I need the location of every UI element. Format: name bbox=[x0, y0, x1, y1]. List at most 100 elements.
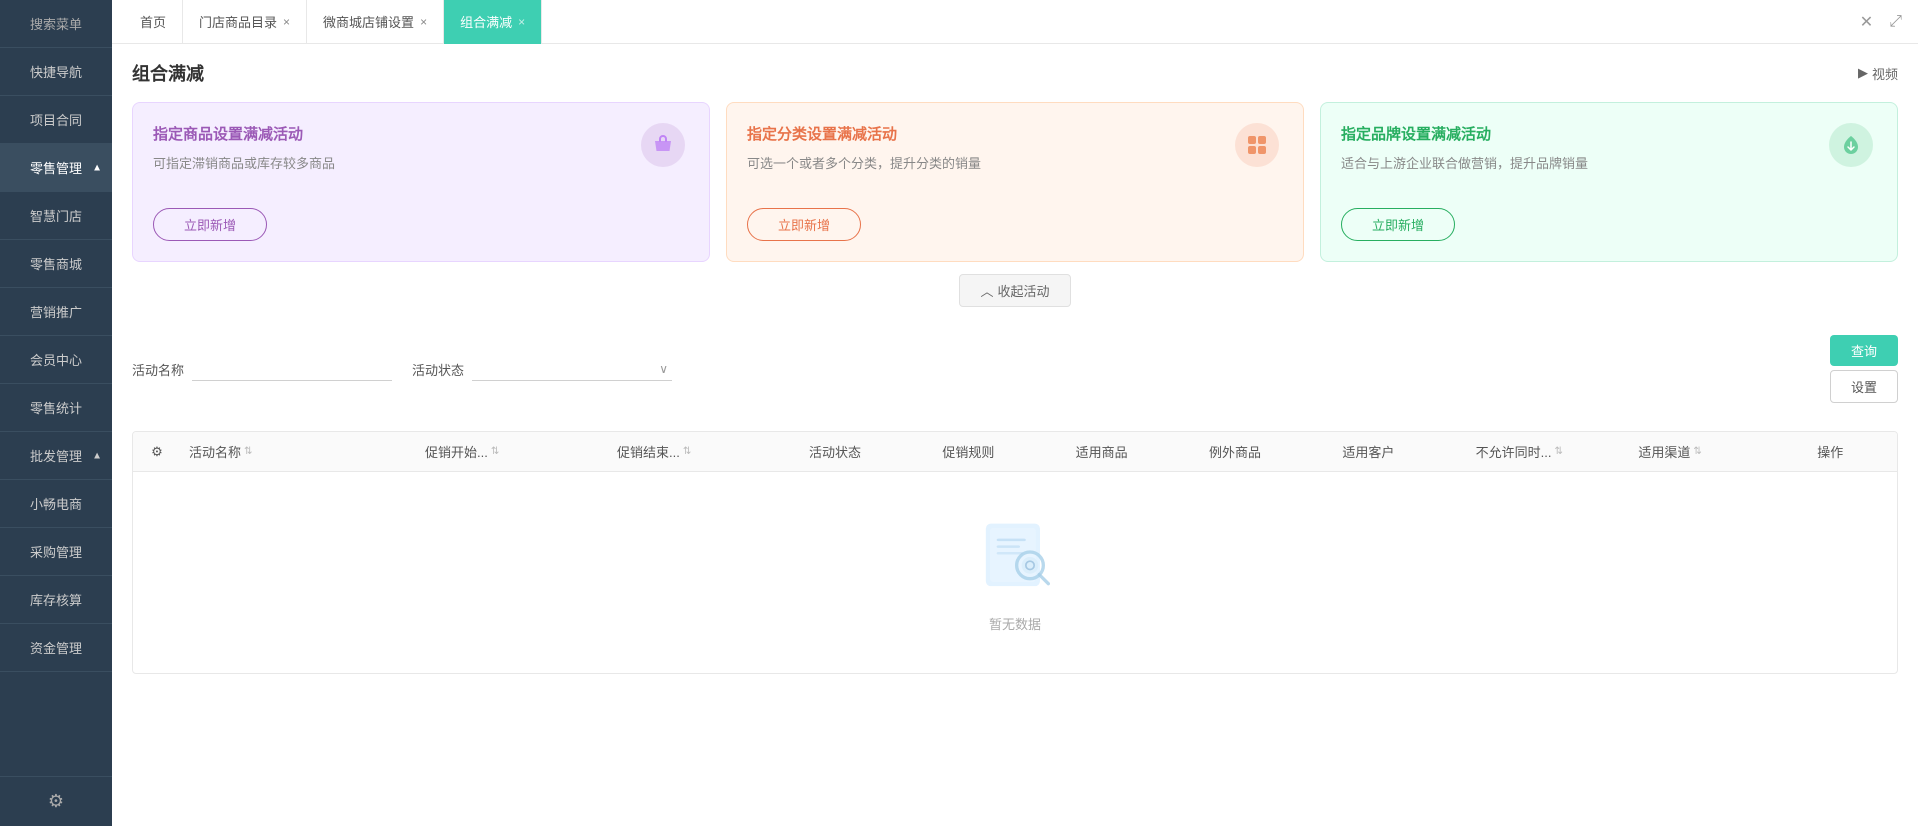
collapse-icon: ︿ bbox=[980, 281, 993, 300]
card-icon bbox=[1235, 123, 1279, 167]
sort-icon: ⇅ bbox=[1554, 446, 1562, 457]
card-desc: 可指定滞销商品或库存较多商品 bbox=[153, 154, 689, 196]
filter-name-label: 活动名称 bbox=[132, 360, 184, 379]
filter-buttons: 查询 设置 bbox=[1830, 335, 1898, 403]
th-start[interactable]: 促销开始...⇅ bbox=[417, 432, 609, 471]
tab-label: 组合满减 bbox=[460, 12, 512, 31]
th-customer: 适用客户 bbox=[1334, 432, 1467, 471]
query-button[interactable]: 查询 bbox=[1830, 335, 1898, 366]
th-status: 活动状态 bbox=[801, 432, 934, 471]
main-area: 首页 门店商品目录 × 微商城店铺设置 × 组合满减 × ✕ ⤢ 组合满减 ▶ 视频 指定商… bbox=[112, 0, 1918, 826]
sidebar-settings-icon[interactable]: ⚙ bbox=[0, 776, 112, 826]
sidebar-item-quick-nav[interactable]: 快捷导航 bbox=[0, 48, 112, 96]
tab-close-icon[interactable]: × bbox=[283, 15, 290, 29]
card-icon bbox=[1829, 123, 1873, 167]
close-button[interactable]: ✕ bbox=[1856, 10, 1877, 34]
th-label: 适用客户 bbox=[1342, 442, 1394, 461]
th-goods: 适用商品 bbox=[1068, 432, 1201, 471]
filter-status-input[interactable] bbox=[472, 357, 672, 381]
th-channel[interactable]: 适用渠道⇅ bbox=[1630, 432, 1763, 471]
sidebar-item-smart-store[interactable]: 智慧门店 bbox=[0, 192, 112, 240]
th-label: 活动状态 bbox=[809, 442, 861, 461]
tab-store-catalog[interactable]: 门店商品目录 × bbox=[183, 0, 307, 44]
tab-combo-discount[interactable]: 组合满减 × bbox=[444, 0, 542, 44]
th-rule: 促销规则 bbox=[934, 432, 1067, 471]
sidebar-item-retail-mall[interactable]: 零售商城 bbox=[0, 240, 112, 288]
th-label: 促销开始... bbox=[425, 442, 488, 461]
collapse-button[interactable]: ︿ 收起活动 bbox=[959, 274, 1070, 307]
card-title: 指定品牌设置满减活动 bbox=[1341, 123, 1877, 144]
th-label: 例外商品 bbox=[1209, 442, 1261, 461]
empty-illustration bbox=[965, 512, 1065, 602]
card-product: 指定商品设置满减活动可指定滞销商品或库存较多商品 立即新增 bbox=[132, 102, 710, 262]
sort-icon: ⇅ bbox=[1693, 446, 1701, 457]
card-add-button-card-brand[interactable]: 立即新增 bbox=[1341, 208, 1455, 241]
card-category: 指定分类设置满减活动可选一个或者多个分类，提升分类的销量 立即新增 bbox=[726, 102, 1304, 262]
card-add-button-card-category[interactable]: 立即新增 bbox=[747, 208, 861, 241]
sidebar-item-wholesale-management[interactable]: 批发管理▲ bbox=[0, 432, 112, 480]
tabbar: 首页 门店商品目录 × 微商城店铺设置 × 组合满减 × ✕ ⤢ bbox=[112, 0, 1918, 44]
tab-close-icon[interactable]: × bbox=[518, 15, 525, 29]
th-label: 适用渠道 bbox=[1638, 442, 1690, 461]
sidebar-item-member-center[interactable]: 会员中心 bbox=[0, 336, 112, 384]
chevron-icon: ▲ bbox=[92, 162, 102, 173]
sidebar: 搜索菜单 快捷导航项目合同零售管理▲智慧门店零售商城营销推广会员中心零售统计批发… bbox=[0, 0, 112, 826]
settings-button[interactable]: 设置 bbox=[1830, 370, 1898, 403]
maximize-button[interactable]: ⤢ bbox=[1885, 11, 1906, 33]
sidebar-item-finance[interactable]: 资金管理 bbox=[0, 624, 112, 672]
th-notallow[interactable]: 不允许同时...⇅ bbox=[1468, 432, 1631, 471]
filter-status-label: 活动状态 bbox=[412, 360, 464, 379]
collapse-label: 收起活动 bbox=[998, 281, 1050, 300]
sort-icon: ⇅ bbox=[244, 446, 252, 457]
content-area: 组合满减 ▶ 视频 指定商品设置满减活动可指定滞销商品或库存较多商品 立即新增指… bbox=[112, 44, 1918, 826]
empty-state: 暂无数据 bbox=[133, 472, 1897, 673]
th-label: 操作 bbox=[1817, 442, 1843, 461]
sidebar-item-project-contract[interactable]: 项目合同 bbox=[0, 96, 112, 144]
th-label: 促销规则 bbox=[942, 442, 994, 461]
tab-close-icon[interactable]: × bbox=[420, 15, 427, 29]
sort-icon: ⇅ bbox=[491, 446, 499, 457]
chevron-icon: ▲ bbox=[92, 450, 102, 461]
filter-bar: 活动名称 活动状态 ∨ 查询 设置 bbox=[132, 323, 1898, 415]
sidebar-item-inventory[interactable]: 库存核算 bbox=[0, 576, 112, 624]
sidebar-item-retail-stats[interactable]: 零售统计 bbox=[0, 384, 112, 432]
window-controls: ✕ ⤢ bbox=[1856, 10, 1906, 34]
th-label: 活动名称 bbox=[189, 442, 241, 461]
th-gear: ⚙ bbox=[133, 432, 181, 471]
tab-home[interactable]: 首页 bbox=[124, 0, 183, 44]
th-label: ⚙ bbox=[151, 444, 163, 460]
filter-status: 活动状态 ∨ bbox=[412, 357, 672, 381]
sidebar-search[interactable]: 搜索菜单 bbox=[0, 0, 112, 48]
video-label: 视频 bbox=[1872, 64, 1898, 83]
th-label: 不允许同时... bbox=[1476, 442, 1552, 461]
th-label: 适用商品 bbox=[1076, 442, 1128, 461]
card-title: 指定商品设置满减活动 bbox=[153, 123, 689, 144]
sidebar-item-xiaochang[interactable]: 小畅电商 bbox=[0, 480, 112, 528]
cards-row: 指定商品设置满减活动可指定滞销商品或库存较多商品 立即新增指定分类设置满减活动可… bbox=[132, 102, 1898, 262]
video-link[interactable]: ▶ 视频 bbox=[1858, 64, 1898, 83]
tab-label: 门店商品目录 bbox=[199, 12, 277, 31]
th-name[interactable]: 活动名称⇅ bbox=[181, 432, 417, 471]
sidebar-item-purchase-management[interactable]: 采购管理 bbox=[0, 528, 112, 576]
collapse-bar: ︿ 收起活动 bbox=[132, 274, 1898, 307]
sidebar-item-marketing[interactable]: 营销推广 bbox=[0, 288, 112, 336]
th-action: 操作 bbox=[1764, 432, 1897, 471]
card-add-button-card-product[interactable]: 立即新增 bbox=[153, 208, 267, 241]
th-except: 例外商品 bbox=[1201, 432, 1334, 471]
card-title: 指定分类设置满减活动 bbox=[747, 123, 1283, 144]
play-icon: ▶ bbox=[1858, 65, 1868, 81]
tab-label: 微商城店铺设置 bbox=[323, 12, 414, 31]
filter-name-input[interactable] bbox=[192, 357, 392, 381]
th-label: 促销结束... bbox=[617, 442, 680, 461]
empty-text: 暂无数据 bbox=[989, 614, 1041, 633]
sidebar-item-retail-management[interactable]: 零售管理▲ bbox=[0, 144, 112, 192]
sort-icon: ⇅ bbox=[683, 446, 691, 457]
tab-wechat-store-settings[interactable]: 微商城店铺设置 × bbox=[307, 0, 444, 44]
page-title: 组合满减 bbox=[132, 60, 204, 86]
table-header: ⚙活动名称⇅促销开始...⇅促销结束...⇅活动状态促销规则适用商品例外商品适用… bbox=[133, 432, 1897, 472]
card-desc: 可选一个或者多个分类，提升分类的销量 bbox=[747, 154, 1283, 196]
card-icon bbox=[641, 123, 685, 167]
th-end[interactable]: 促销结束...⇅ bbox=[609, 432, 801, 471]
card-desc: 适合与上游企业联合做营销，提升品牌销量 bbox=[1341, 154, 1877, 196]
tab-label: 首页 bbox=[140, 12, 166, 31]
